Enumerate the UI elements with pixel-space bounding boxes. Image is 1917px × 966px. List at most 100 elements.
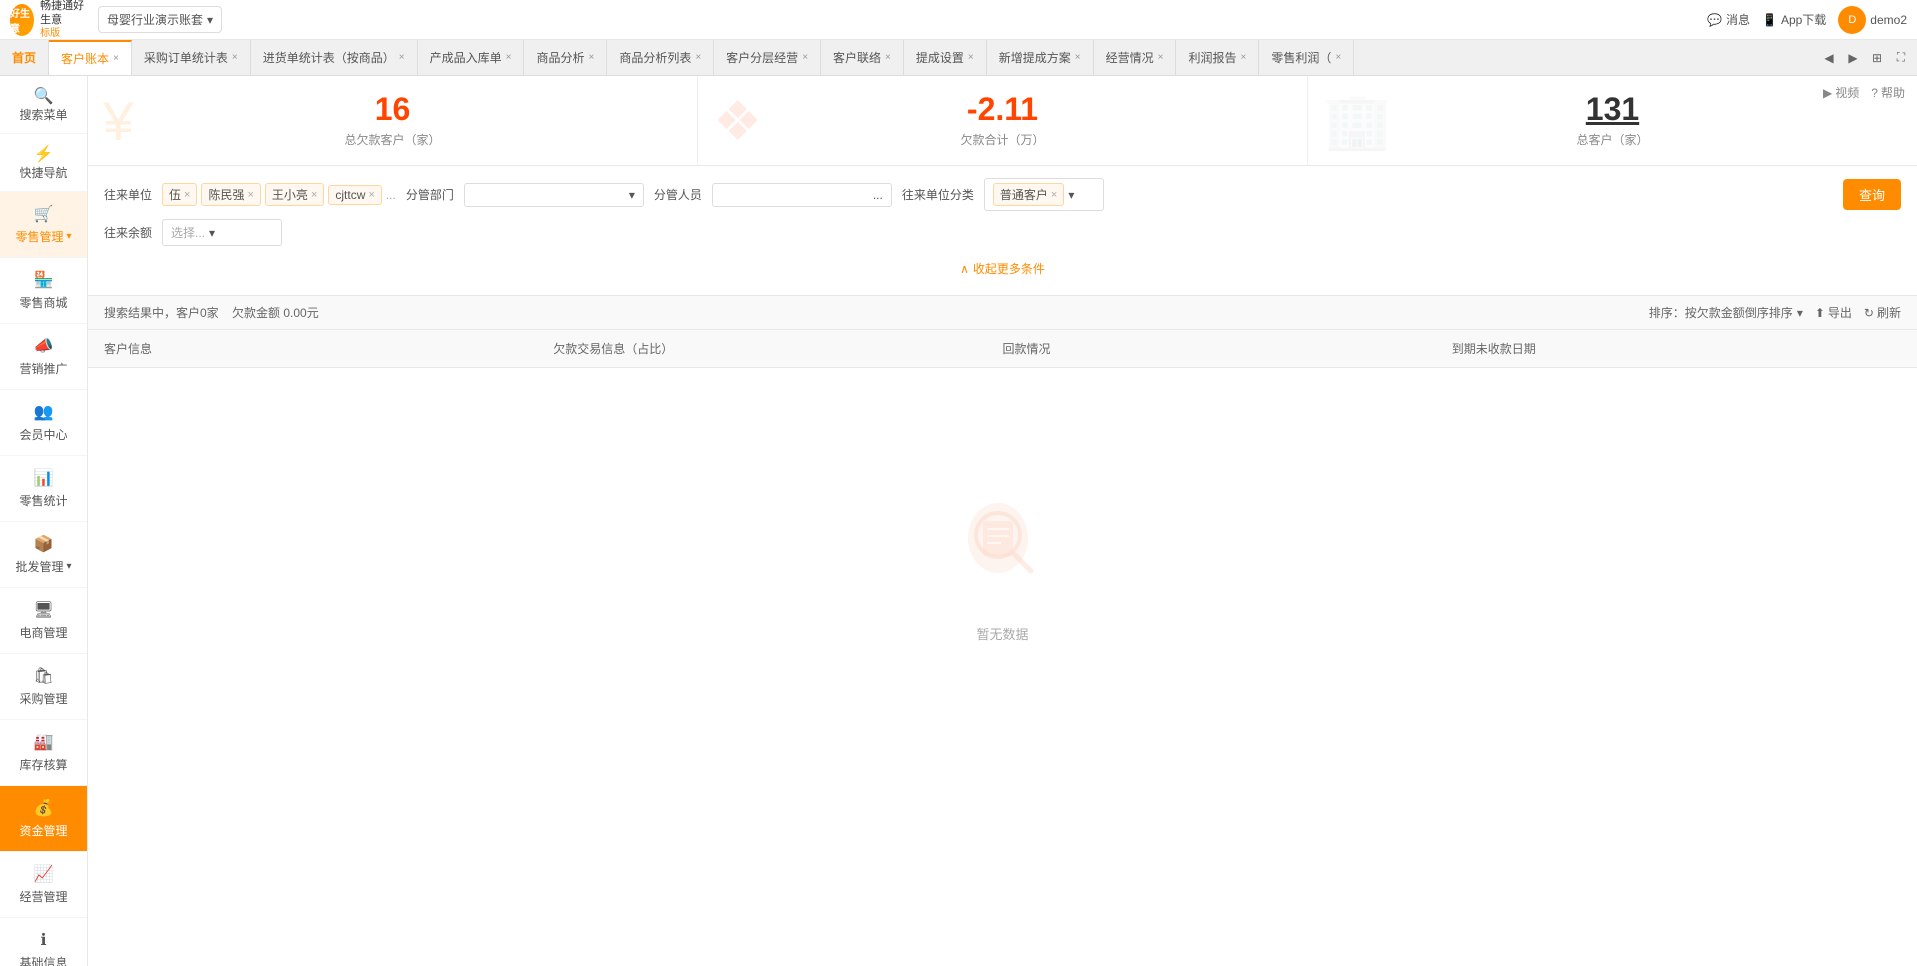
sidebar-item-retail-mall[interactable]: 🏪 零售商城 [0, 258, 87, 324]
sidebar-item-member[interactable]: 👥 会员中心 [0, 390, 87, 456]
tab-close-inbound[interactable]: × [506, 52, 512, 63]
unit-tags: 伍 × 陈民强 × 王小亮 × cjttcw × ... [162, 183, 396, 206]
operations-icon: 📈 [34, 864, 54, 884]
col-debt-info: 欠款交易信息（占比） [553, 340, 1002, 357]
refresh-button[interactable]: ↻ 刷新 [1864, 304, 1901, 321]
empty-icon [953, 493, 1053, 612]
tab-close-raise[interactable]: × [968, 52, 974, 63]
export-icon: ⬆ [1815, 306, 1825, 320]
stat-bg-customers-icon: ¥ [103, 89, 134, 153]
batch-mgmt-icon: 📦 [34, 534, 54, 554]
collapse-icon: ∧ [960, 262, 969, 276]
tab-close-purchase[interactable]: × [232, 52, 238, 63]
export-button[interactable]: ⬆ 导出 [1815, 304, 1852, 321]
tag-wang: 王小亮 × [265, 183, 324, 206]
dept-select[interactable]: ▾ [464, 183, 644, 207]
tab-goods-list[interactable]: 商品分析列表 × [607, 40, 714, 75]
user-avatar[interactable]: D demo2 [1838, 6, 1907, 34]
tab-profit-report[interactable]: 利润报告 × [1176, 40, 1259, 75]
stat-label-customers: 总欠款客户（家） [344, 131, 440, 148]
table-body: 暂无数据 [88, 368, 1917, 768]
balance-label: 往来余额 [104, 224, 152, 241]
tab-fullscreen[interactable]: ⛶ [1891, 48, 1911, 68]
tab-customer-contact[interactable]: 客户联络 × [821, 40, 904, 75]
sidebar-item-finance[interactable]: 💰 资金管理 [0, 786, 87, 852]
results-bar: 搜索结果中，客户0家 欠款金额 0.00元 排序：按欠款金额倒序排序 ▾ ⬆ 导… [88, 296, 1917, 330]
tag-cjttcw: cjttcw × [328, 185, 381, 205]
tab-raise-settings[interactable]: 提成设置 × [904, 40, 987, 75]
sidebar-item-purchase[interactable]: 🛍 采购管理 [0, 654, 87, 720]
sidebar-quick-nav[interactable]: ⚡ 快捷导航 [0, 134, 87, 192]
tag-wu-close[interactable]: × [184, 189, 190, 201]
sidebar-item-batch-mgmt[interactable]: 📦 批发管理 ▾ [0, 522, 87, 588]
tab-expand[interactable]: ⊞ [1867, 48, 1887, 68]
tab-retail-profit[interactable]: 零售利润（ × [1259, 40, 1354, 75]
sidebar-item-retail-stats[interactable]: 📊 零售统计 [0, 456, 87, 522]
navbar-right: 💬 消息 📱 App下载 D demo2 [1707, 6, 1907, 34]
tab-purchase-order[interactable]: 采购订单统计表 × [132, 40, 251, 75]
unit-type-select[interactable]: 普通客户 × ▾ [984, 178, 1104, 211]
tab-close-contact[interactable]: × [885, 52, 891, 63]
sidebar-item-operations[interactable]: 📈 经营管理 [0, 852, 87, 918]
logo-icon: 好生意 [10, 4, 34, 36]
sidebar-item-basic-info[interactable]: ℹ 基础信息 [0, 918, 87, 966]
sidebar-search[interactable]: 🔍 搜索菜单 [0, 76, 87, 134]
chevron-down-icon: ▾ [207, 13, 213, 27]
tab-scroll-right[interactable]: ▶ [1843, 48, 1863, 68]
tab-home[interactable]: 首页 [0, 40, 49, 75]
sidebar-item-marketing[interactable]: 📣 营销推广 [0, 324, 87, 390]
tab-close-ops[interactable]: × [1158, 52, 1164, 63]
tab-nav-buttons: ◀ ▶ ⊞ ⛶ [1813, 48, 1917, 68]
unit-type-chevron: ▾ [1068, 188, 1074, 202]
balance-select[interactable]: 选择... ▾ [162, 219, 282, 246]
unit-tags-more[interactable]: ... [386, 188, 396, 202]
search-button[interactable]: 查询 [1843, 179, 1901, 210]
stat-label-debt: 欠款合计（万） [960, 131, 1044, 148]
finance-icon: 💰 [34, 798, 54, 818]
sidebar-item-inventory[interactable]: 🏭 库存核算 [0, 720, 87, 786]
tab-stock-stats[interactable]: 进货单统计表（按商品） × [251, 40, 418, 75]
marketing-icon: 📣 [34, 336, 54, 356]
download-icon: 📱 [1762, 13, 1777, 27]
tab-operations[interactable]: 经营情况 × [1094, 40, 1177, 75]
tab-scroll-left[interactable]: ◀ [1819, 48, 1839, 68]
sidebar-item-ecommerce[interactable]: 🖥 电商管理 [0, 588, 87, 654]
tag-normal-customer-close[interactable]: × [1051, 189, 1057, 201]
filter-row-2: 往来余额 选择... ▾ [104, 219, 1901, 246]
app-download-button[interactable]: 📱 App下载 [1762, 11, 1826, 28]
tab-customer-tier[interactable]: 客户分层经营 × [714, 40, 821, 75]
tab-close-goods-list[interactable]: × [695, 52, 701, 63]
tab-close-goods[interactable]: × [588, 52, 594, 63]
main-layout: 🔍 搜索菜单 ⚡ 快捷导航 🛒 零售管理 ▾ 🏪 零售商城 📣 营销推广 👥 会… [0, 76, 1917, 966]
member-icon: 👥 [34, 402, 54, 422]
message-icon: 💬 [1707, 13, 1722, 27]
person-select[interactable]: ... [712, 183, 892, 207]
stat-value-debt: -2.11 [967, 93, 1038, 125]
tab-close-tier[interactable]: × [802, 52, 808, 63]
tab-close-retail[interactable]: × [1335, 52, 1341, 63]
tab-customer-book[interactable]: 客户账本 × [49, 40, 132, 75]
purchase-icon: 🛍 [33, 666, 53, 686]
tenant-selector[interactable]: 母婴行业演示账套 ▾ [98, 6, 222, 33]
tag-chen-close[interactable]: × [247, 189, 253, 201]
tab-close-stock[interactable]: × [399, 52, 405, 63]
sort-selector[interactable]: 排序：按欠款金额倒序排序 ▾ [1649, 304, 1803, 321]
tab-goods-analysis[interactable]: 商品分析 × [524, 40, 607, 75]
tag-chen: 陈民强 × [201, 183, 260, 206]
tag-wang-close[interactable]: × [311, 189, 317, 201]
sort-chevron: ▾ [1797, 306, 1803, 320]
tab-product-inbound[interactable]: 产成品入库单 × [418, 40, 525, 75]
message-button[interactable]: 💬 消息 [1707, 11, 1750, 28]
tab-new-raise[interactable]: 新增提成方案 × [987, 40, 1094, 75]
tab-close-customer-book[interactable]: × [113, 53, 119, 64]
collapse-button[interactable]: ∧ 收起更多条件 [104, 254, 1901, 283]
col-customer-info: 客户信息 [104, 340, 553, 357]
tab-close-new-raise[interactable]: × [1075, 52, 1081, 63]
tab-close-profit[interactable]: × [1240, 52, 1246, 63]
sidebar-item-retail-mgmt[interactable]: 🛒 零售管理 ▾ [0, 192, 87, 258]
col-overdue-date: 到期未收款日期 [1452, 340, 1901, 357]
person-more-dots[interactable]: ... [873, 188, 883, 202]
tag-cjttcw-close[interactable]: × [368, 189, 374, 201]
results-bar-right: 排序：按欠款金额倒序排序 ▾ ⬆ 导出 ↻ 刷新 [1649, 304, 1901, 321]
empty-text: 暂无数据 [976, 624, 1028, 643]
